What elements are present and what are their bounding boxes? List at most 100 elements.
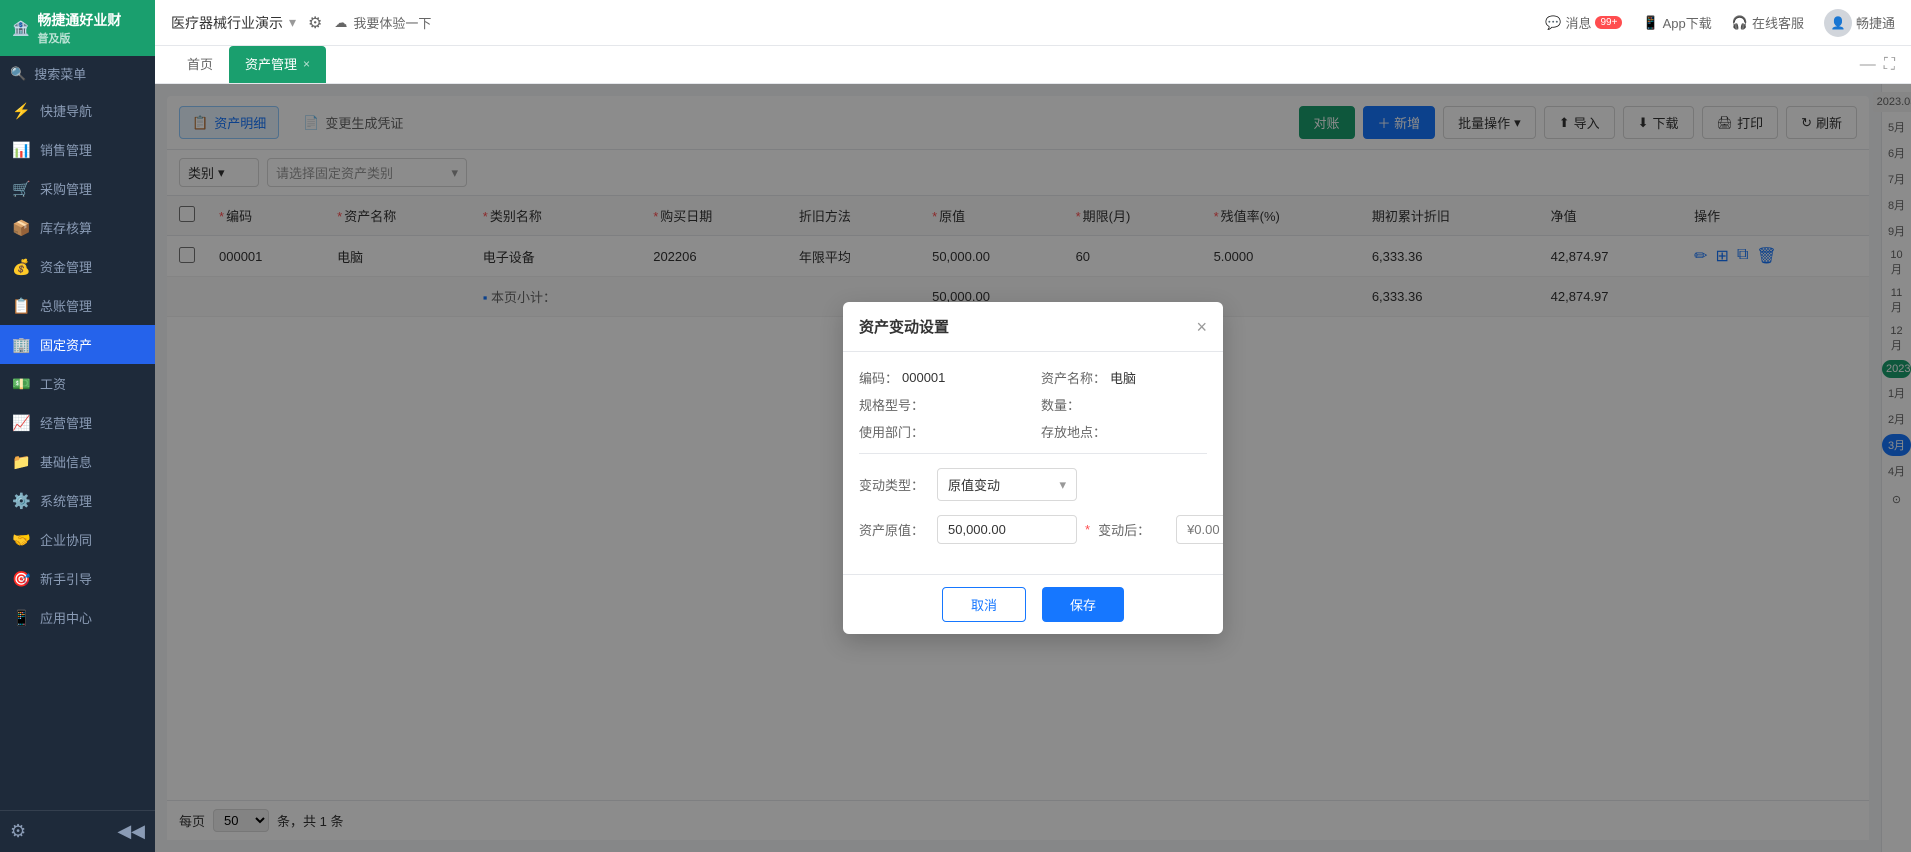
message-icon: 💬 <box>1545 15 1561 31</box>
sales-label: 销售管理 <box>40 140 92 159</box>
change-type-value: 原值变动 <box>948 475 1000 494</box>
tab-close-icon[interactable]: × <box>303 57 310 71</box>
content-area: 📋 资产明细 📄 变更生成凭证 对账 ＋ 新增 批量操作 <box>155 84 1911 852</box>
finance-icon: 💰 <box>12 258 30 276</box>
sidebar-item-purchase[interactable]: 🛒 采购管理 <box>0 169 155 208</box>
sidebar-item-sales[interactable]: 📊 销售管理 <box>0 130 155 169</box>
sidebar-item-inventory[interactable]: 📦 库存核算 <box>0 208 155 247</box>
sales-icon: 📊 <box>12 141 30 159</box>
purchase-label: 采购管理 <box>40 179 92 198</box>
after-label: 变动后： <box>1098 520 1168 539</box>
sidebar-item-operations[interactable]: 📈 经营管理 <box>0 403 155 442</box>
info-quantity: 数量： <box>1041 395 1207 414</box>
payroll-label: 工资 <box>40 374 66 393</box>
sidebar-item-system[interactable]: ⚙️ 系统管理 <box>0 481 155 520</box>
dept-label: 使用部门： <box>859 422 924 441</box>
sidebar-item-enterprise[interactable]: 🤝 企业协同 <box>0 520 155 559</box>
save-label: 保存 <box>1070 598 1096 613</box>
sidebar-item-fixed-assets[interactable]: 🏢 固定资产 <box>0 325 155 364</box>
sidebar-item-finance[interactable]: 💰 资金管理 <box>0 247 155 286</box>
operations-label: 经营管理 <box>40 413 92 432</box>
info-dept: 使用部门： <box>859 422 1025 441</box>
dialog-close-button[interactable]: × <box>1196 318 1207 336</box>
sidebar-item-search[interactable]: 🔍 搜索菜单 <box>0 56 155 91</box>
save-button[interactable]: 保存 <box>1042 587 1124 622</box>
tab-asset-management[interactable]: 资产管理 × <box>229 46 326 83</box>
user-name: 畅捷通 <box>1856 13 1895 32</box>
dialog-overlay: 资产变动设置 × 编码： 000001 资产名称： 电脑 <box>155 84 1911 852</box>
settings-icon[interactable]: ⚙ <box>10 821 26 842</box>
fixed-assets-label: 固定资产 <box>40 335 92 354</box>
messages-label: 消息 <box>1565 13 1591 32</box>
change-type-row: 变动类型： 原值变动 ▾ <box>859 468 1207 501</box>
sidebar-item-payroll[interactable]: 💵 工资 <box>0 364 155 403</box>
operations-icon: 📈 <box>12 414 30 432</box>
asset-change-dialog: 资产变动设置 × 编码： 000001 资产名称： 电脑 <box>843 302 1223 634</box>
company-selector[interactable]: 医疗器械行业演示 ▾ <box>171 13 296 33</box>
messages-button[interactable]: 💬 消息 99+ <box>1545 13 1622 32</box>
info-asset-name: 资产名称： 电脑 <box>1041 368 1207 387</box>
dialog-body: 编码： 000001 资产名称： 电脑 规格型号： 数量： <box>843 352 1223 574</box>
customer-service-button[interactable]: 🎧 在线客服 <box>1732 13 1804 32</box>
tabs-bar: 首页 资产管理 × — ⛶ <box>155 46 1911 84</box>
quick-nav-label: 快捷导航 <box>40 101 92 120</box>
sidebar-item-quick-nav[interactable]: ⚡ 快捷导航 <box>0 91 155 130</box>
original-value-input[interactable] <box>937 515 1077 544</box>
dialog-footer: 取消 保存 <box>843 574 1223 634</box>
purchase-icon: 🛒 <box>12 180 30 198</box>
settings-gear-icon[interactable]: ⚙ <box>308 13 322 33</box>
after-value-input[interactable] <box>1176 515 1223 544</box>
original-value-label: 资产原值： <box>859 520 929 539</box>
user-profile[interactable]: 👤 畅捷通 <box>1824 9 1895 37</box>
ledger-label: 总账管理 <box>40 296 92 315</box>
asset-management-label: 资产管理 <box>245 54 297 73</box>
maximize-icon[interactable]: ⛶ <box>1884 56 1895 74</box>
ledger-icon: 📋 <box>12 297 30 315</box>
location-label: 存放地点： <box>1041 422 1106 441</box>
code-value: 000001 <box>902 370 945 385</box>
download-icon: 📱 <box>1642 15 1658 31</box>
required-mark: * <box>1085 522 1090 537</box>
collapse-icon[interactable]: ◀◀ <box>117 821 145 842</box>
basic-info-label: 基础信息 <box>40 452 92 471</box>
app-name: 畅捷通好业财 <box>37 10 121 30</box>
dialog-title: 资产变动设置 <box>859 316 949 337</box>
app-download-button[interactable]: 📱 App下载 <box>1642 13 1711 32</box>
basic-info-icon: 📁 <box>12 453 30 471</box>
sidebar-item-app-center[interactable]: 📱 应用中心 <box>0 598 155 637</box>
cancel-label: 取消 <box>971 598 997 613</box>
system-label: 系统管理 <box>40 491 92 510</box>
info-code: 编码： 000001 <box>859 368 1025 387</box>
avatar: 👤 <box>1824 9 1852 37</box>
minimize-icon[interactable]: — <box>1860 56 1876 74</box>
payroll-icon: 💵 <box>12 375 30 393</box>
customer-service-label: 在线客服 <box>1752 13 1804 32</box>
dialog-info-grid: 编码： 000001 资产名称： 电脑 规格型号： 数量： <box>859 368 1207 454</box>
asset-name-label: 资产名称： <box>1041 368 1106 387</box>
enterprise-icon: 🤝 <box>12 531 30 549</box>
system-icon: ⚙️ <box>12 492 30 510</box>
cancel-button[interactable]: 取消 <box>942 587 1026 622</box>
window-controls: — ⛶ <box>1860 56 1895 74</box>
experience-text: 我要体验一下 <box>353 13 431 32</box>
experience-button[interactable]: ☁ 我要体验一下 <box>334 13 431 32</box>
search-label: 搜索菜单 <box>34 64 86 83</box>
sidebar-item-guide[interactable]: 🎯 新手引导 <box>0 559 155 598</box>
sidebar-item-ledger[interactable]: 📋 总账管理 <box>0 286 155 325</box>
logo-icon: 🏦 <box>12 20 29 37</box>
change-type-select[interactable]: 原值变动 ▾ <box>937 468 1077 501</box>
home-label: 首页 <box>187 54 213 73</box>
tab-home[interactable]: 首页 <box>171 46 229 83</box>
app-logo: 🏦 畅捷通好业财 普及版 <box>0 0 155 56</box>
company-chevron-icon: ▾ <box>289 14 296 31</box>
quick-nav-icon: ⚡ <box>12 102 30 120</box>
enterprise-label: 企业协同 <box>40 530 92 549</box>
sidebar-item-basic-info[interactable]: 📁 基础信息 <box>0 442 155 481</box>
app-center-icon: 📱 <box>12 609 30 627</box>
company-name: 医疗器械行业演示 <box>171 13 283 33</box>
main-area: 医疗器械行业演示 ▾ ⚙ ☁ 我要体验一下 💬 消息 99+ 📱 App下载 🎧… <box>155 0 1911 852</box>
guide-icon: 🎯 <box>12 570 30 588</box>
inventory-icon: 📦 <box>12 219 30 237</box>
change-type-label: 变动类型： <box>859 475 929 494</box>
service-icon: 🎧 <box>1732 15 1748 31</box>
